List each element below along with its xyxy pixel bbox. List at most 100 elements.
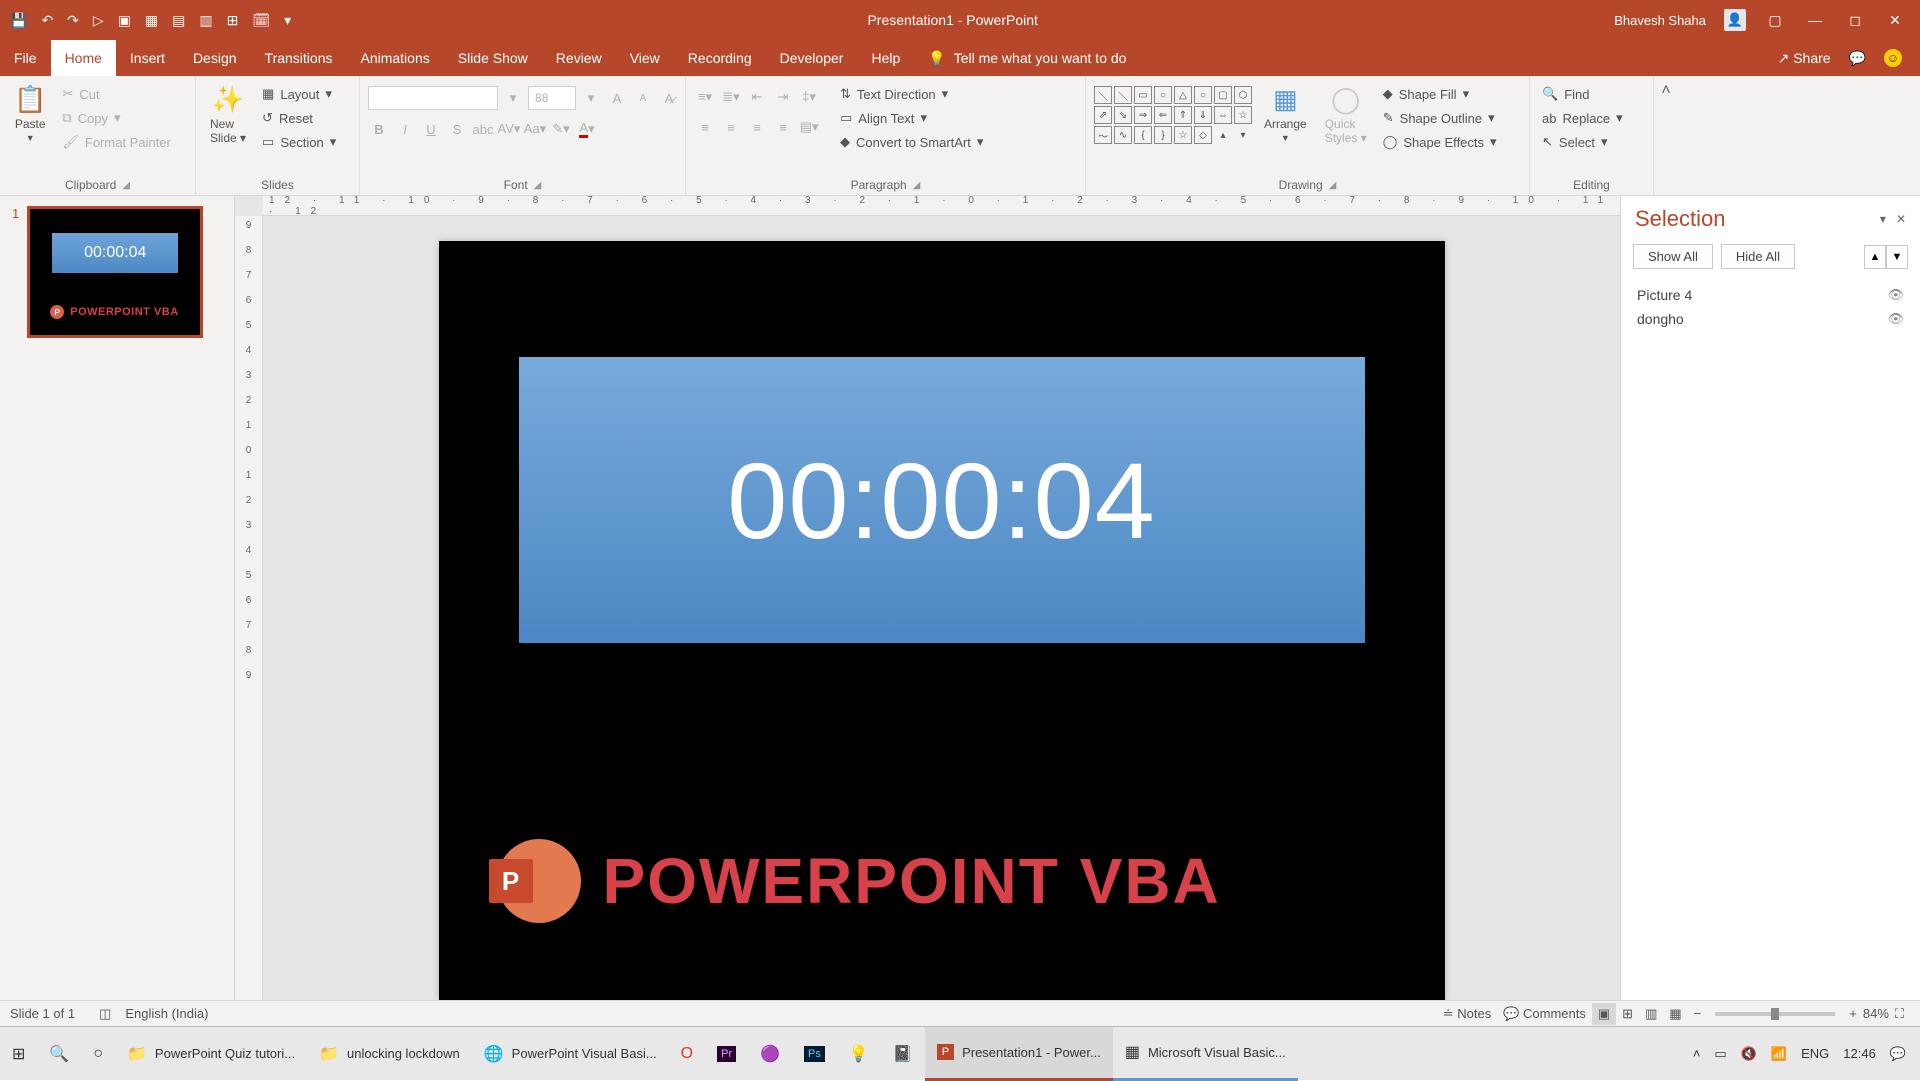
bullets-icon[interactable]: ≡▾ xyxy=(694,86,716,108)
tab-home[interactable]: Home xyxy=(51,40,116,76)
shapes-gallery[interactable]: ＼＼▭○△○▢⬡ ⇗⇘⇒⇐⇑⇓⇔☆ ～∿{}☆◇▴▾ xyxy=(1094,86,1252,144)
convert-smartart-button[interactable]: ◆Convert to SmartArt ▾ xyxy=(836,132,987,152)
shape-outline-button[interactable]: ✎Shape Outline ▾ xyxy=(1379,108,1501,128)
taskbar-item[interactable]: ▦Microsoft Visual Basic... xyxy=(1113,1027,1298,1081)
wifi-icon[interactable]: 📶 xyxy=(1771,1046,1787,1062)
hide-all-button[interactable]: Hide All xyxy=(1721,244,1795,269)
tab-slideshow[interactable]: Slide Show xyxy=(444,40,542,76)
undo-icon[interactable]: ↶ xyxy=(41,12,53,29)
tab-review[interactable]: Review xyxy=(542,40,616,76)
align-text-button[interactable]: ▭Align Text ▾ xyxy=(836,108,987,128)
comments-button[interactable]: 💬 Comments xyxy=(1497,1006,1592,1022)
dialog-launcher-icon[interactable]: ◢ xyxy=(534,180,542,191)
tab-file[interactable]: File xyxy=(0,40,51,76)
replace-button[interactable]: abReplace ▾ xyxy=(1538,108,1627,128)
zoom-in-icon[interactable]: + xyxy=(1843,1006,1863,1021)
zoom-out-icon[interactable]: − xyxy=(1688,1006,1708,1021)
qat-icon[interactable]: 🗓 xyxy=(252,12,270,29)
tell-me[interactable]: 💡 Tell me what you want to do xyxy=(914,40,1140,76)
quick-styles-button[interactable]: ◯ QuickStyles ▾ xyxy=(1319,80,1373,149)
dialog-launcher-icon[interactable]: ◢ xyxy=(913,180,921,191)
new-slide-button[interactable]: ✨ NewSlide ▾ xyxy=(204,80,252,149)
visibility-toggle-icon[interactable]: 👁 xyxy=(1887,311,1904,327)
spacing-icon[interactable]: AV▾ xyxy=(498,118,520,140)
highlight-icon[interactable]: ✎▾ xyxy=(550,118,572,140)
search-button[interactable]: 🔍 xyxy=(37,1027,81,1081)
justify-icon[interactable]: ≡ xyxy=(772,116,794,138)
format-painter-button[interactable]: 🖌Format Painter xyxy=(58,132,175,152)
comments-icon[interactable]: 💬 xyxy=(1849,50,1866,67)
align-left-icon[interactable]: ≡ xyxy=(694,116,716,138)
collapse-ribbon-icon[interactable]: ˄ xyxy=(1654,76,1678,195)
taskbar-item[interactable]: 📁PowerPoint Quiz tutori... xyxy=(115,1027,307,1081)
minimize-icon[interactable]: — xyxy=(1804,12,1826,28)
move-down-icon[interactable]: ▼ xyxy=(1886,245,1908,269)
feedback-icon[interactable]: ☺ xyxy=(1884,49,1902,67)
taskbar-item[interactable]: 📁unlocking lockdown xyxy=(307,1027,472,1081)
reading-view-icon[interactable]: ▥ xyxy=(1639,1006,1663,1022)
taskbar-item[interactable]: 💡 xyxy=(837,1027,881,1081)
visibility-toggle-icon[interactable]: 👁 xyxy=(1887,287,1904,303)
notifications-icon[interactable]: 💬 xyxy=(1890,1046,1906,1062)
selection-item[interactable]: Picture 4 👁 xyxy=(1635,283,1906,307)
slide-count[interactable]: Slide 1 of 1 xyxy=(10,1006,75,1021)
arrange-button[interactable]: ▦ Arrange ▼ xyxy=(1258,80,1313,147)
accessibility-icon[interactable]: ◫ xyxy=(93,1006,117,1022)
tab-insert[interactable]: Insert xyxy=(116,40,179,76)
strike-icon[interactable]: abc xyxy=(472,118,494,140)
increase-indent-icon[interactable]: ⇥ xyxy=(772,86,794,108)
timer-shape[interactable]: 00:00:04 xyxy=(519,357,1365,643)
taskbar-item[interactable]: 🌐PowerPoint Visual Basi... xyxy=(472,1027,669,1081)
qat-icon[interactable]: ▦ xyxy=(145,12,158,29)
font-size-input[interactable]: 88 xyxy=(528,86,576,110)
layout-button[interactable]: ▦Layout ▾ xyxy=(258,84,340,104)
taskbar-item[interactable]: 🟣 xyxy=(748,1027,792,1081)
italic-icon[interactable]: I xyxy=(394,118,416,140)
pane-close-icon[interactable]: ✕ xyxy=(1896,212,1906,226)
copy-button[interactable]: ⧉Copy ▾ xyxy=(58,108,175,128)
maximize-icon[interactable]: ◻ xyxy=(1844,12,1866,29)
logo-row[interactable]: P POWERPOINT VBA xyxy=(497,839,1221,923)
tab-design[interactable]: Design xyxy=(179,40,251,76)
slide-1[interactable]: 00:00:04 P POWERPOINT VBA xyxy=(439,241,1445,1001)
bold-icon[interactable]: B xyxy=(368,118,390,140)
pane-options-icon[interactable]: ▾ xyxy=(1880,212,1886,226)
font-name-input[interactable] xyxy=(368,86,498,110)
tray-language[interactable]: ENG xyxy=(1801,1046,1829,1061)
user-name[interactable]: Bhavesh Shaha xyxy=(1614,13,1706,28)
user-avatar-icon[interactable]: 👤 xyxy=(1724,9,1746,31)
tray-clock[interactable]: 12:46 xyxy=(1843,1046,1876,1061)
select-button[interactable]: ↖Select ▾ xyxy=(1538,132,1627,152)
tray-chevron-icon[interactable]: ˄ xyxy=(1693,1046,1701,1061)
taskbar-item[interactable]: Pr xyxy=(705,1027,748,1081)
slide-thumbnail-panel[interactable]: 1 00:00:04 P POWERPOINT VBA xyxy=(0,196,235,1026)
shape-fill-button[interactable]: ◆Shape Fill ▾ xyxy=(1379,84,1501,104)
underline-icon[interactable]: U xyxy=(420,118,442,140)
increase-font-icon[interactable]: A xyxy=(606,87,628,109)
align-right-icon[interactable]: ≡ xyxy=(746,116,768,138)
close-icon[interactable]: ✕ xyxy=(1884,12,1906,29)
share-button[interactable]: ↗ Share xyxy=(1778,50,1831,67)
tab-animations[interactable]: Animations xyxy=(346,40,443,76)
notes-button[interactable]: ≐ Notes xyxy=(1437,1006,1497,1022)
qat-icon[interactable]: ▤ xyxy=(172,12,185,29)
start-from-beginning-icon[interactable]: ▷ xyxy=(93,12,104,29)
chevron-down-icon[interactable]: ▾ xyxy=(580,87,602,109)
volume-icon[interactable]: 🔇 xyxy=(1741,1046,1757,1062)
decrease-font-icon[interactable]: A xyxy=(632,87,654,109)
reset-button[interactable]: ↺Reset xyxy=(258,108,340,128)
qat-icon[interactable]: ⊞ xyxy=(227,12,239,29)
paste-button[interactable]: 📋 Paste ▼ xyxy=(8,80,52,147)
qat-icon[interactable]: ▥ xyxy=(199,12,212,29)
start-button[interactable]: ⊞ xyxy=(0,1027,37,1081)
shape-effects-button[interactable]: ◯Shape Effects ▾ xyxy=(1379,132,1501,152)
chevron-down-icon[interactable]: ▾ xyxy=(502,87,524,109)
cut-button[interactable]: ✂Cut xyxy=(58,84,175,104)
tab-transitions[interactable]: Transitions xyxy=(251,40,347,76)
normal-view-icon[interactable]: ▣ xyxy=(1592,1003,1616,1025)
battery-icon[interactable]: ▭ xyxy=(1714,1046,1726,1062)
vertical-ruler[interactable]: 9876543210123456789 xyxy=(235,216,263,1026)
text-direction-button[interactable]: ⇅Text Direction ▾ xyxy=(836,84,987,104)
ribbon-display-icon[interactable]: ▢ xyxy=(1764,12,1786,29)
slide-sorter-icon[interactable]: ⊞ xyxy=(1616,1006,1639,1022)
